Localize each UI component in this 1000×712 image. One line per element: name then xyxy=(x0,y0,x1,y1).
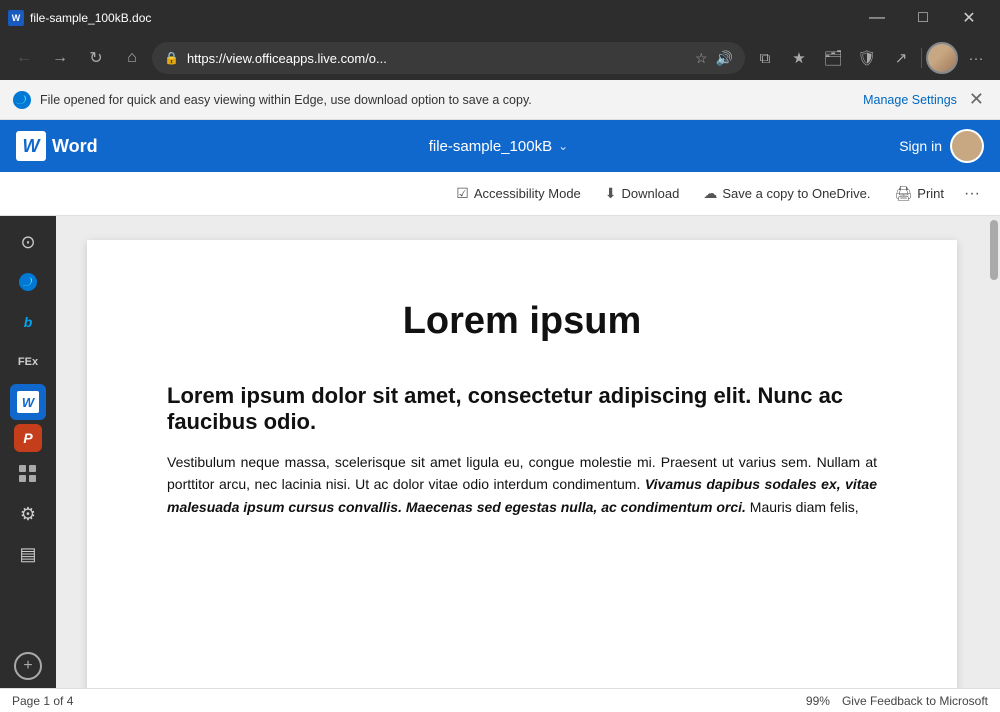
title-bar-controls: — □ ✕ xyxy=(854,0,992,36)
profile-button[interactable] xyxy=(926,42,958,74)
url-text: https://view.officeapps.live.com/o... xyxy=(187,51,687,66)
edge-notification-bar: File opened for quick and easy viewing w… xyxy=(0,80,1000,120)
print-icon: 🖨 xyxy=(895,185,913,202)
document-page: Lorem ipsum Lorem ipsum dolor sit amet, … xyxy=(87,240,957,688)
browser-toolbar: ← → ↻ ⌂ 🔒 https://view.officeapps.live.c… xyxy=(0,36,1000,80)
word-toolbar: ☑ Accessibility Mode ⬇ Download ☁ Save a… xyxy=(0,172,1000,216)
word-app-name: Word xyxy=(52,136,98,157)
sidebar-icon-apps[interactable] xyxy=(10,456,46,492)
user-avatar[interactable] xyxy=(950,129,984,163)
sidebar-icon-fx[interactable]: FEx xyxy=(10,344,46,380)
document-body: Vestibulum neque massa, scelerisque sit … xyxy=(167,451,877,518)
accessibility-icon: ☑ xyxy=(456,185,469,202)
toolbar-divider xyxy=(921,48,922,68)
document-area[interactable]: Lorem ipsum Lorem ipsum dolor sit amet, … xyxy=(56,216,988,688)
sidebar-icon-bing[interactable]: b xyxy=(10,304,46,340)
main-area: ⊙ b FEx W P ⚙ ▤ + Lo xyxy=(0,216,1000,688)
lock-icon: 🔒 xyxy=(164,51,179,65)
word-icon-title: W xyxy=(8,10,24,26)
feedback-label[interactable]: Give Feedback to Microsoft xyxy=(842,694,988,708)
refresh-button[interactable]: ↻ xyxy=(80,42,112,74)
address-bar[interactable]: 🔒 https://view.officeapps.live.com/o... … xyxy=(152,42,745,74)
word-app-bar: W Word file-sample_100kB ⌄ Sign in xyxy=(0,120,1000,172)
word-logo-icon: W xyxy=(16,131,46,161)
word-logo: W Word xyxy=(16,131,98,161)
collections-icon[interactable]: 🗂 xyxy=(817,42,849,74)
scrollbar-track[interactable] xyxy=(988,216,1000,688)
star-icon[interactable]: ☆ xyxy=(695,50,708,67)
download-label: Download xyxy=(622,186,680,201)
page-info-label: Page 1 of 4 xyxy=(12,694,73,708)
back-button[interactable]: ← xyxy=(8,42,40,74)
maximize-button[interactable]: □ xyxy=(900,0,946,36)
print-button[interactable]: 🖨 Print xyxy=(883,177,957,210)
zoom-level: 99% xyxy=(806,694,830,708)
accessibility-mode-label: Accessibility Mode xyxy=(474,186,581,201)
read-aloud-icon[interactable]: 🔊 xyxy=(716,50,733,67)
document-title: Lorem ipsum xyxy=(167,300,877,343)
scrollbar-thumb[interactable] xyxy=(990,220,998,280)
accessibility-mode-button[interactable]: ☑ Accessibility Mode xyxy=(444,177,593,210)
notification-text: File opened for quick and easy viewing w… xyxy=(40,93,855,107)
save-onedrive-button[interactable]: ☁ Save a copy to OneDrive. xyxy=(691,177,882,210)
manage-settings-link[interactable]: Manage Settings xyxy=(863,93,957,107)
sidebar-icon-edge[interactable] xyxy=(10,264,46,300)
document-heading: Lorem ipsum dolor sit amet, consectetur … xyxy=(167,383,877,435)
edge-logo-icon xyxy=(12,90,32,110)
favorites-icon[interactable]: ★ xyxy=(783,42,815,74)
sidebar: ⊙ b FEx W P ⚙ ▤ + xyxy=(0,216,56,688)
file-name-area: file-sample_100kB ⌄ xyxy=(98,138,900,155)
save-onedrive-label: Save a copy to OneDrive. xyxy=(722,186,870,201)
title-bar-title: W file-sample_100kB.doc xyxy=(8,10,151,26)
browser-toolbar-icons: ⧉ ★ 🗂 🛡 ↗ ··· xyxy=(749,42,992,74)
toolbar-more-button[interactable]: ··· xyxy=(956,177,988,211)
onedrive-icon: ☁ xyxy=(703,185,717,202)
more-options-icon[interactable]: ··· xyxy=(960,42,992,74)
sign-in-button[interactable]: Sign in xyxy=(899,138,942,154)
notification-close-button[interactable]: ✕ xyxy=(965,85,988,114)
status-bar-left: Page 1 of 4 xyxy=(12,694,73,708)
sidebar-icon-powerpoint[interactable]: P xyxy=(14,424,42,452)
title-bar: W file-sample_100kB.doc — □ ✕ xyxy=(0,0,1000,36)
profile-avatar xyxy=(928,44,956,72)
forward-button[interactable]: → xyxy=(44,42,76,74)
sidebar-icon-collections[interactable]: ▤ xyxy=(10,536,46,572)
title-bar-text: file-sample_100kB.doc xyxy=(30,11,151,25)
body-text-end: Mauris diam felis, xyxy=(746,499,859,515)
title-bar-left: W file-sample_100kB.doc xyxy=(8,10,151,26)
minimize-button[interactable]: — xyxy=(854,0,900,36)
sign-in-area: Sign in xyxy=(899,129,984,163)
sidebar-icon-history[interactable]: ⊙ xyxy=(10,224,46,260)
share-icon[interactable]: ↗ xyxy=(885,42,917,74)
file-chevron-icon[interactable]: ⌄ xyxy=(558,139,568,153)
sidebar-add-button[interactable]: + xyxy=(14,652,42,680)
download-button[interactable]: ⬇ Download xyxy=(593,177,692,210)
sidebar-icon-settings[interactable]: ⚙ xyxy=(10,496,46,532)
download-icon: ⬇ xyxy=(605,185,617,202)
status-bar: Page 1 of 4 99% Give Feedback to Microso… xyxy=(0,688,1000,712)
status-bar-right: 99% Give Feedback to Microsoft xyxy=(806,694,988,708)
split-screen-icon[interactable]: ⧉ xyxy=(749,42,781,74)
user-avatar-img xyxy=(952,131,982,161)
file-name-label[interactable]: file-sample_100kB xyxy=(429,138,552,155)
browser-shield-icon[interactable]: 🛡 xyxy=(851,42,883,74)
word-logo-letter: W xyxy=(23,136,40,157)
print-label: Print xyxy=(917,186,944,201)
close-button[interactable]: ✕ xyxy=(946,0,992,36)
home-button[interactable]: ⌂ xyxy=(116,42,148,74)
sidebar-icon-word[interactable]: W xyxy=(10,384,46,420)
